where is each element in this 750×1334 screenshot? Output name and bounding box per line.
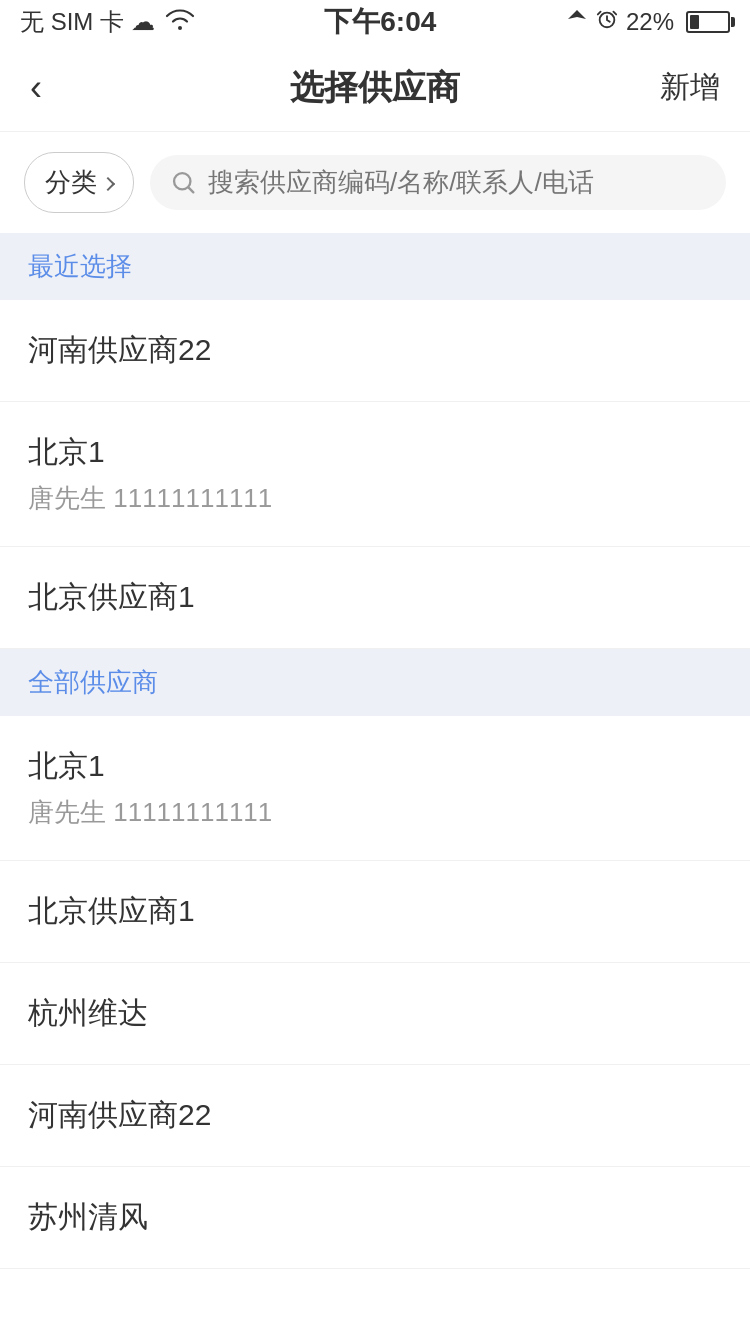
category-button[interactable]: 分类	[24, 152, 134, 213]
item-name: 北京1	[28, 746, 722, 787]
status-right: 22%	[566, 8, 730, 36]
alarm-icon	[596, 8, 618, 36]
wifi-icon	[165, 8, 195, 36]
back-button[interactable]: ‹	[30, 67, 90, 109]
status-bar: 无 SIM 卡 ☁ 下午6:04 22%	[0, 0, 750, 44]
all-list-item[interactable]: 北京供应商1	[0, 861, 750, 963]
recent-list-item[interactable]: 北京1 唐先生 11111111111	[0, 402, 750, 547]
recent-items-list: 河南供应商22 北京1 唐先生 11111111111 北京供应商1	[0, 300, 750, 649]
item-sub: 唐先生 11111111111	[28, 795, 722, 830]
category-label: 分类	[45, 165, 97, 200]
search-icon	[170, 169, 198, 197]
item-name: 河南供应商22	[28, 330, 722, 371]
all-items-list: 北京1 唐先生 11111111111 北京供应商1 杭州维达河南供应商22 苏州清风	[0, 716, 750, 1269]
chevron-right-icon	[101, 176, 115, 190]
recent-list-item[interactable]: 河南供应商22	[0, 300, 750, 402]
search-input[interactable]	[208, 167, 706, 198]
recent-list-item[interactable]: 北京供应商1	[0, 547, 750, 649]
all-list-item[interactable]: 苏州清风	[0, 1167, 750, 1269]
search-box	[150, 155, 726, 210]
add-button[interactable]: 新增	[660, 67, 720, 108]
recent-section-label: 最近选择	[28, 251, 132, 281]
item-name: 北京供应商1	[28, 577, 722, 618]
battery-percentage: 22%	[626, 8, 674, 36]
recent-section-header: 最近选择	[0, 233, 750, 300]
location-icon	[566, 8, 588, 36]
all-list-item[interactable]: 河南供应商22	[0, 1065, 750, 1167]
page-title: 选择供应商	[290, 65, 460, 111]
status-left: 无 SIM 卡 ☁	[20, 6, 195, 38]
item-name: 北京1	[28, 432, 722, 473]
item-name: 北京供应商1	[28, 891, 722, 932]
item-name: 杭州维达	[28, 993, 722, 1034]
nav-bar: ‹ 选择供应商 新增	[0, 44, 750, 132]
status-time: 下午6:04	[324, 3, 436, 41]
all-section-label: 全部供应商	[28, 667, 158, 697]
filter-bar: 分类	[0, 132, 750, 233]
all-section-header: 全部供应商	[0, 649, 750, 716]
sim-status: 无 SIM 卡 ☁	[20, 6, 155, 38]
item-name: 苏州清风	[28, 1197, 722, 1238]
item-sub: 唐先生 11111111111	[28, 481, 722, 516]
all-list-item[interactable]: 杭州维达	[0, 963, 750, 1065]
all-list-item[interactable]: 北京1 唐先生 11111111111	[0, 716, 750, 861]
battery-icon	[686, 11, 730, 33]
item-name: 河南供应商22	[28, 1095, 722, 1136]
